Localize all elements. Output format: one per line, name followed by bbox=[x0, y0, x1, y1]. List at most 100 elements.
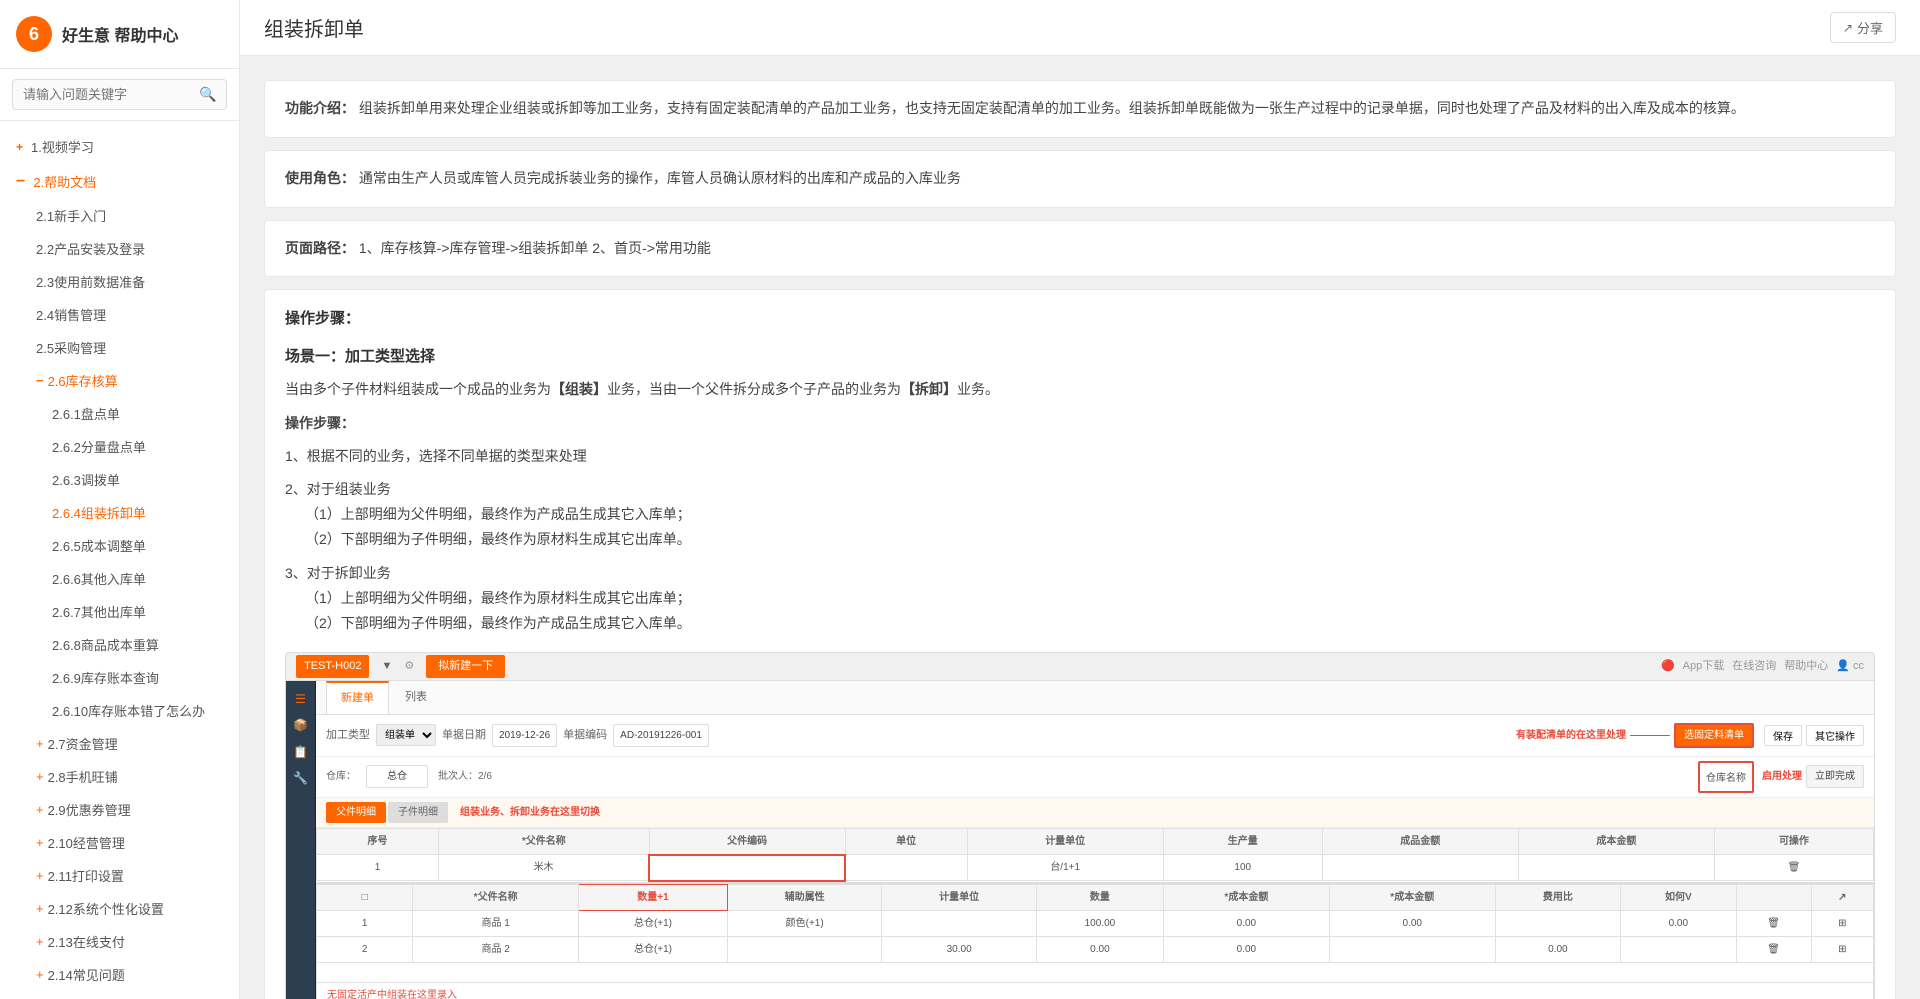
sidebar-item-2-5[interactable]: 2.5采购管理 bbox=[0, 331, 239, 364]
sim-action-btns: 保存 其它操作 bbox=[1764, 725, 1864, 746]
sidebar-item-2-8[interactable]: + 2.8手机旺铺 bbox=[0, 760, 239, 793]
annotation-text-3: 启用处理 bbox=[1762, 768, 1802, 785]
sidebar-item-label: 2.6.6其他入库单 bbox=[52, 569, 146, 588]
sidebar-item-label: 1.视频学习 bbox=[31, 137, 94, 156]
sidebar-item-2-15[interactable]: + 2.15操作案例 bbox=[0, 991, 239, 999]
sim-date: 2019-12-26 bbox=[492, 724, 557, 747]
sidebar-item-2-6-1[interactable]: 2.6.1盘点单 bbox=[0, 397, 239, 430]
sidebar-item-label: 2.帮助文档 bbox=[33, 172, 96, 191]
sim-sub-label: 仓库： bbox=[326, 768, 356, 785]
sim-sub-label2: 批次人：2/6 bbox=[438, 768, 492, 785]
sidebar-item-2-6-9[interactable]: 2.6.9库存账本查询 bbox=[0, 661, 239, 694]
sidebar-item-label: 2.5采购管理 bbox=[36, 338, 106, 357]
sim-table-header: 生产量 bbox=[1163, 828, 1322, 855]
sidebar-item-2-6-10[interactable]: 2.6.10库存账本错了怎么办 bbox=[0, 694, 239, 727]
annotation-line bbox=[1630, 735, 1670, 736]
sidebar-item-label: 2.11打印设置 bbox=[48, 866, 124, 885]
sidebar-item-label: 2.14常见问题 bbox=[48, 965, 125, 984]
sidebar-item-2-4[interactable]: 2.4销售管理 bbox=[0, 298, 239, 331]
sidebar-item-label: 2.1新手入门 bbox=[36, 206, 106, 225]
sim-table-header: *成本金额 bbox=[1329, 884, 1495, 910]
step3: 3、对于拆卸业务 bbox=[285, 561, 1875, 586]
sim-assemble-tab[interactable]: 父件明细 bbox=[326, 802, 386, 823]
sim-table-header: ↗ bbox=[1811, 884, 1873, 910]
sim-form-label: 单据日期 bbox=[442, 726, 486, 745]
sidebar-item-2-9[interactable]: + 2.9优惠券管理 bbox=[0, 793, 239, 826]
nav-tree: + 1.视频学习 − 2.帮助文档 2.1新手入门 2.2产品安装及登录 2.3… bbox=[0, 121, 239, 999]
sidebar-item-2-6-6[interactable]: 2.6.6其他入库单 bbox=[0, 562, 239, 595]
plus-icon: + bbox=[36, 769, 44, 784]
sim-table-header: 计量单位 bbox=[967, 828, 1163, 855]
sim-nav-icon: ☰ bbox=[295, 689, 306, 709]
collapse-icon-2-6: − bbox=[36, 373, 44, 388]
sidebar-item-docs[interactable]: − 2.帮助文档 bbox=[0, 164, 239, 199]
sidebar-item-2-14[interactable]: + 2.14常见问题 bbox=[0, 958, 239, 991]
plus-icon: + bbox=[36, 736, 44, 751]
role-label: 使用角色： bbox=[285, 170, 355, 186]
sim-table-header: 数量+1 bbox=[579, 884, 728, 910]
sidebar-item-2-2[interactable]: 2.2产品安装及登录 bbox=[0, 232, 239, 265]
share-icon: ↗ bbox=[1843, 21, 1853, 35]
sim-bar-item: ⚙ bbox=[404, 657, 414, 676]
sim-table-header: 序号 bbox=[317, 828, 439, 855]
sim-tab: 列表 bbox=[391, 682, 441, 713]
content-area: 功能介绍： 组装拆卸单用来处理企业组装或拆卸等加工业务，支持有固定装配清单的产品… bbox=[240, 56, 1920, 999]
sidebar-item-2-6-7[interactable]: 2.6.7其他出库单 bbox=[0, 595, 239, 628]
sim-form-label: 加工类型 bbox=[326, 726, 370, 745]
sim-nav-icon: 🔧 bbox=[293, 768, 308, 788]
sidebar-item-2-6-5[interactable]: 2.6.5成本调整单 bbox=[0, 529, 239, 562]
func-intro-card: 功能介绍： 组装拆卸单用来处理企业组装或拆卸等加工业务，支持有固定装配清单的产品… bbox=[264, 80, 1896, 138]
sidebar-item-label: 2.6.5成本调整单 bbox=[52, 536, 146, 555]
sidebar-item-2-1[interactable]: 2.1新手入门 bbox=[0, 199, 239, 232]
table-row: 1 米木 台/1+1 100 🗑 bbox=[317, 855, 1874, 881]
screenshot: TEST-H002 ▼ ⚙ 拟新建一下 🔴 App下载 在线咨询 帮助中心 👤 … bbox=[285, 652, 1875, 999]
sidebar-item-2-12[interactable]: + 2.12系统个性化设置 bbox=[0, 892, 239, 925]
sim-enable-btn[interactable]: 立即完成 bbox=[1806, 765, 1864, 788]
sidebar-item-2-3[interactable]: 2.3使用前数据准备 bbox=[0, 265, 239, 298]
sim-table-header: 单位 bbox=[845, 828, 967, 855]
sidebar-item-label: 2.6.4组装拆卸单 bbox=[52, 503, 146, 522]
sidebar-item-label: 2.6库存核算 bbox=[48, 371, 118, 390]
sim-dismantle-tab[interactable]: 子件明细 bbox=[388, 802, 448, 823]
step2: 2、对于组装业务 bbox=[285, 477, 1875, 502]
ops-card: 操作步骤： 场景一：加工类型选择 当由多个子件材料组装成一个成品的业务为【组装】… bbox=[264, 289, 1896, 999]
topbar: 组装拆卸单 ↗ 分享 bbox=[240, 0, 1920, 56]
collapse-icon: − bbox=[16, 174, 25, 190]
sidebar-item-label: 2.7资金管理 bbox=[48, 734, 118, 753]
sim-form-label: 单据编码 bbox=[563, 726, 607, 745]
sidebar-item-2-10[interactable]: + 2.10经营管理 bbox=[0, 826, 239, 859]
sim-table-header: *父件名称 bbox=[413, 884, 579, 910]
sim-upper-table: 序号 *父件名称 父件编码 单位 计量单位 生产量 成品金额 成本金额 可操作 bbox=[316, 828, 1874, 882]
func-intro-label: 功能介绍： bbox=[285, 100, 355, 116]
sim-bar-item: ▼ bbox=[381, 657, 392, 676]
sim-enable-input: 仓库名称 bbox=[1698, 761, 1754, 793]
sim-other-btn[interactable]: 其它操作 bbox=[1806, 725, 1864, 746]
search-input[interactable] bbox=[23, 87, 199, 102]
annotation-text-2: 组装业务、拆卸业务在这里切换 bbox=[460, 804, 600, 821]
sim-type-select[interactable]: 组装单 拆卸单 bbox=[376, 724, 436, 746]
share-button[interactable]: ↗ 分享 bbox=[1830, 12, 1896, 43]
sidebar-item-2-6-3[interactable]: 2.6.3调拨单 bbox=[0, 463, 239, 496]
sidebar-item-2-6-8[interactable]: 2.6.8商品成本重算 bbox=[0, 628, 239, 661]
sim-table-header: 父件编码 bbox=[649, 828, 845, 855]
sidebar-item-2-7[interactable]: + 2.7资金管理 bbox=[0, 727, 239, 760]
sim-bar-orange: 拟新建一下 bbox=[426, 655, 505, 678]
sidebar-item-videos[interactable]: + 1.视频学习 bbox=[0, 129, 239, 164]
sidebar-item-2-11[interactable]: + 2.11打印设置 bbox=[0, 859, 239, 892]
sidebar-item-2-6-4[interactable]: 2.6.4组装拆卸单 bbox=[0, 496, 239, 529]
search-icon[interactable]: 🔍 bbox=[199, 86, 216, 103]
sidebar-item-label: 2.10经营管理 bbox=[48, 833, 125, 852]
sim-code: AD-20191226-001 bbox=[613, 724, 709, 747]
sim-fixed-btn[interactable]: 选固定料清单 bbox=[1674, 723, 1754, 748]
table-row bbox=[317, 962, 1874, 982]
sim-save-btn[interactable]: 保存 bbox=[1764, 725, 1802, 746]
expand-icon: + bbox=[16, 140, 23, 154]
sidebar-item-2-6-2[interactable]: 2.6.2分量盘点单 bbox=[0, 430, 239, 463]
sidebar-item-label: 2.2产品安装及登录 bbox=[36, 239, 145, 258]
sidebar-item-label: 2.6.3调拨单 bbox=[52, 470, 120, 489]
plus-icon: + bbox=[36, 967, 44, 982]
sidebar-item-2-6[interactable]: − 2.6库存核算 bbox=[0, 364, 239, 397]
logo-area: 6 好生意 帮助中心 bbox=[0, 0, 239, 69]
sidebar-item-2-13[interactable]: + 2.13在线支付 bbox=[0, 925, 239, 958]
sim-table-header: *父件名称 bbox=[439, 828, 650, 855]
